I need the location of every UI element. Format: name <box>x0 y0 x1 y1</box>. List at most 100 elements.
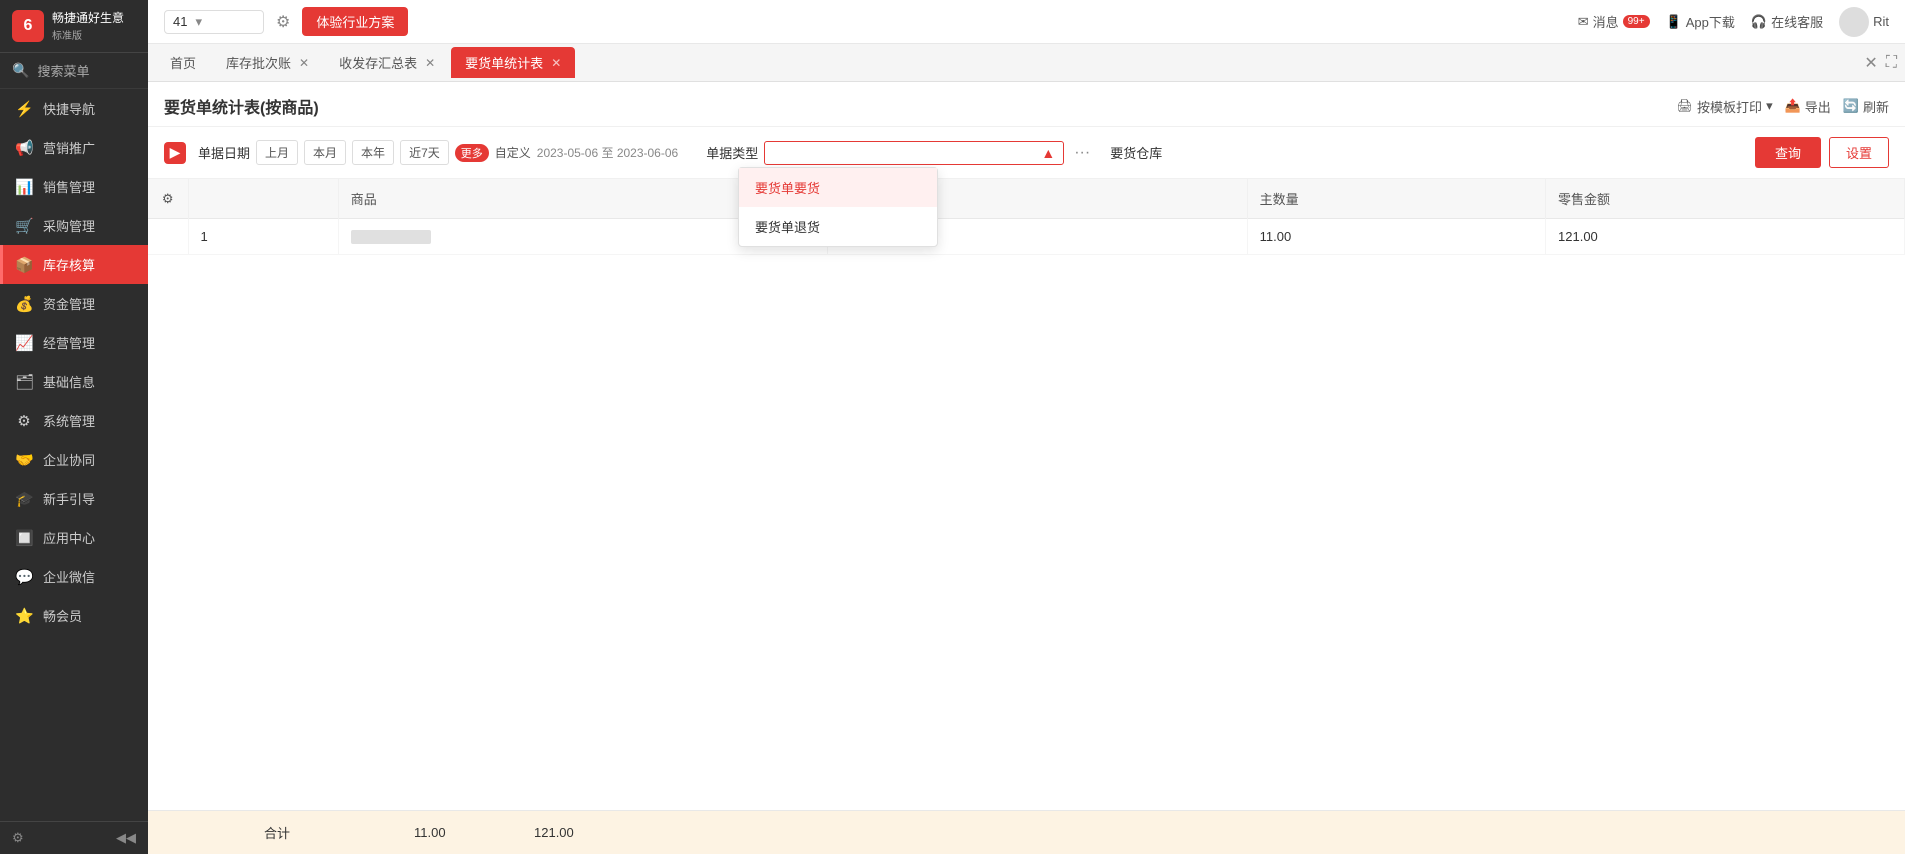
type-filter-label: 单据类型 <box>706 143 758 162</box>
query-button[interactable]: 查询 <box>1755 137 1821 168</box>
inventory-icon: 📦 <box>15 256 33 274</box>
print-action[interactable]: 🖨 按模板打印 ▾ <box>1677 97 1773 116</box>
period-week-btn[interactable]: 近7天 <box>400 140 449 165</box>
sidebar-item-wechat[interactable]: 💬 企业微信 <box>0 557 148 596</box>
custom-period-btn[interactable]: 自定义 <box>495 144 531 161</box>
sidebar-collapse-icon[interactable]: ◀◀ <box>116 830 136 846</box>
product-placeholder <box>351 230 431 244</box>
app-download-item[interactable]: 📱 App下载 <box>1666 12 1735 31</box>
sidebar-item-basic-info[interactable]: 🗂 基础信息 <box>0 362 148 401</box>
system-icon: ⚙ <box>15 412 33 430</box>
page-content: 要货单统计表(按商品) 🖨 按模板打印 ▾ 📤 导出 🔄 刷新 <box>148 82 1905 854</box>
more-periods-badge[interactable]: 更多 <box>455 144 489 162</box>
user-name: Rit <box>1873 14 1889 29</box>
top-header-right: ✉ 消息 99+ 📱 App下载 🎧 在线客服 Rit <box>1578 7 1889 37</box>
sidebar-nav: ⚡ 快捷导航 📢 营销推广 📊 销售管理 🛒 采购管理 📦 库存核算 💰 资金管… <box>0 89 148 821</box>
sidebar-item-sales[interactable]: 📊 销售管理 <box>0 167 148 206</box>
avatar <box>1839 7 1869 37</box>
dropdown-item-order[interactable]: 要货单要货 <box>739 168 937 207</box>
sidebar-item-shortcut-nav[interactable]: ⚡ 快捷导航 <box>0 89 148 128</box>
message-badge: 99+ <box>1623 15 1650 28</box>
export-label: 导出 <box>1805 97 1831 116</box>
sidebar-footer: ⚙ ◀◀ <box>0 821 148 854</box>
operation-icon: 📈 <box>15 334 33 352</box>
data-table: ⚙ 商品 主计量单位 主数量 零售金额 1 <box>148 179 1905 255</box>
expand-button[interactable]: ▶ <box>164 142 186 164</box>
app-icon: 📱 <box>1666 14 1682 30</box>
filter-right: 查询 设置 <box>1755 137 1889 168</box>
message-icon: ✉ <box>1578 14 1589 30</box>
service-label: 在线客服 <box>1771 12 1823 31</box>
export-action[interactable]: 📤 导出 <box>1785 97 1831 116</box>
tab-bar: 首页 库存批次账 ✕ 收发存汇总表 ✕ 要货单统计表 ✕ ✕ ⛶ <box>148 44 1905 82</box>
trial-button[interactable]: 体验行业方案 <box>302 7 408 36</box>
sidebar-item-member[interactable]: ⭐ 畅会员 <box>0 596 148 635</box>
sidebar-search[interactable]: 🔍 搜索菜单 <box>0 53 148 89</box>
service-icon: 🎧 <box>1751 14 1767 30</box>
more-options-icon[interactable]: ··· <box>1074 144 1090 162</box>
member-icon: ⭐ <box>15 607 33 625</box>
row-no-cell: 1 <box>188 219 338 255</box>
tab-batch-close-icon[interactable]: ✕ <box>299 56 309 70</box>
refresh-action[interactable]: 🔄 刷新 <box>1843 97 1889 116</box>
sidebar-item-label: 系统管理 <box>43 411 95 430</box>
shortcut-icon: ⚡ <box>15 100 33 118</box>
sidebar-item-enterprise[interactable]: 🤝 企业协同 <box>0 440 148 479</box>
type-filter-group: 单据类型 ▲ ··· <box>706 141 1090 165</box>
table-wrapper: ⚙ 商品 主计量单位 主数量 零售金额 1 <box>148 179 1905 810</box>
type-filter-input[interactable]: ▲ <box>764 141 1064 165</box>
user-avatar-item[interactable]: Rit <box>1839 7 1889 37</box>
print-label: 按模板打印 <box>1697 97 1762 116</box>
col-settings[interactable]: ⚙ <box>148 179 188 219</box>
sidebar-item-label: 企业协同 <box>43 450 95 469</box>
chevron-up-icon[interactable]: ▲ <box>1041 145 1055 161</box>
settings-gear-icon[interactable]: ⚙ <box>162 191 174 206</box>
print-icon: 🖨 <box>1677 98 1694 114</box>
sidebar-search-label: 搜索菜单 <box>37 61 89 80</box>
content-card: 要货单统计表(按商品) 🖨 按模板打印 ▾ 📤 导出 🔄 刷新 <box>148 82 1905 854</box>
tab-order-stat[interactable]: 要货单统计表 ✕ <box>451 47 575 78</box>
sidebar-item-label: 企业微信 <box>43 567 95 586</box>
message-item[interactable]: ✉ 消息 99+ <box>1578 12 1650 31</box>
sidebar-item-marketing[interactable]: 📢 营销推广 <box>0 128 148 167</box>
tab-close-all-icon[interactable]: ✕ <box>1864 53 1877 73</box>
settings-button[interactable]: 设置 <box>1829 137 1889 168</box>
sidebar-item-label: 营销推广 <box>43 138 95 157</box>
row-qty-cell: 11.00 <box>1247 219 1545 255</box>
total-label: 合计 <box>164 823 414 842</box>
tab-order-stat-label: 要货单统计表 <box>465 53 543 72</box>
dropdown-item-return[interactable]: 要货单退货 <box>739 207 937 246</box>
sidebar-item-operation[interactable]: 📈 经营管理 <box>0 323 148 362</box>
type-input-field[interactable] <box>773 145 1041 160</box>
tab-order-stat-close-icon[interactable]: ✕ <box>551 56 561 70</box>
tab-home-label: 首页 <box>170 53 196 72</box>
tab-home[interactable]: 首页 <box>156 47 210 78</box>
period-prev-btn[interactable]: 上月 <box>256 140 298 165</box>
tab-collect[interactable]: 收发存汇总表 ✕ <box>325 47 449 78</box>
sidebar-item-inventory[interactable]: 📦 库存核算 <box>0 245 148 284</box>
tab-collect-label: 收发存汇总表 <box>339 53 417 72</box>
period-year-btn[interactable]: 本年 <box>352 140 394 165</box>
sidebar-item-label: 快捷导航 <box>43 99 95 118</box>
tab-expand-icon[interactable]: ⛶ <box>1886 54 1897 72</box>
sidebar-item-app-center[interactable]: 🔲 应用中心 <box>0 518 148 557</box>
tab-batch[interactable]: 库存批次账 ✕ <box>212 47 323 78</box>
sidebar-item-finance[interactable]: 💰 资金管理 <box>0 284 148 323</box>
col-qty: 主数量 <box>1247 179 1545 219</box>
period-curr-btn[interactable]: 本月 <box>304 140 346 165</box>
type-dropdown: 要货单要货 要货单退货 <box>738 167 938 247</box>
basic-info-icon: 🗂 <box>15 373 33 391</box>
marketing-icon: 📢 <box>15 139 33 157</box>
tab-collect-close-icon[interactable]: ✕ <box>425 56 435 70</box>
chevron-down-icon: ▾ <box>195 14 202 30</box>
online-service-item[interactable]: 🎧 在线客服 <box>1751 12 1823 31</box>
sidebar-item-newbie[interactable]: 🎓 新手引导 <box>0 479 148 518</box>
sidebar-item-label: 采购管理 <box>43 216 95 235</box>
breadcrumb-input[interactable]: 41 ▾ <box>164 10 264 34</box>
sidebar-item-system[interactable]: ⚙ 系统管理 <box>0 401 148 440</box>
sidebar-settings-icon[interactable]: ⚙ <box>12 830 24 846</box>
sidebar-item-label: 新手引导 <box>43 489 95 508</box>
header-settings-icon[interactable]: ⚙ <box>276 12 290 32</box>
sidebar-item-purchase[interactable]: 🛒 采购管理 <box>0 206 148 245</box>
page-header: 要货单统计表(按商品) 🖨 按模板打印 ▾ 📤 导出 🔄 刷新 <box>148 82 1905 127</box>
